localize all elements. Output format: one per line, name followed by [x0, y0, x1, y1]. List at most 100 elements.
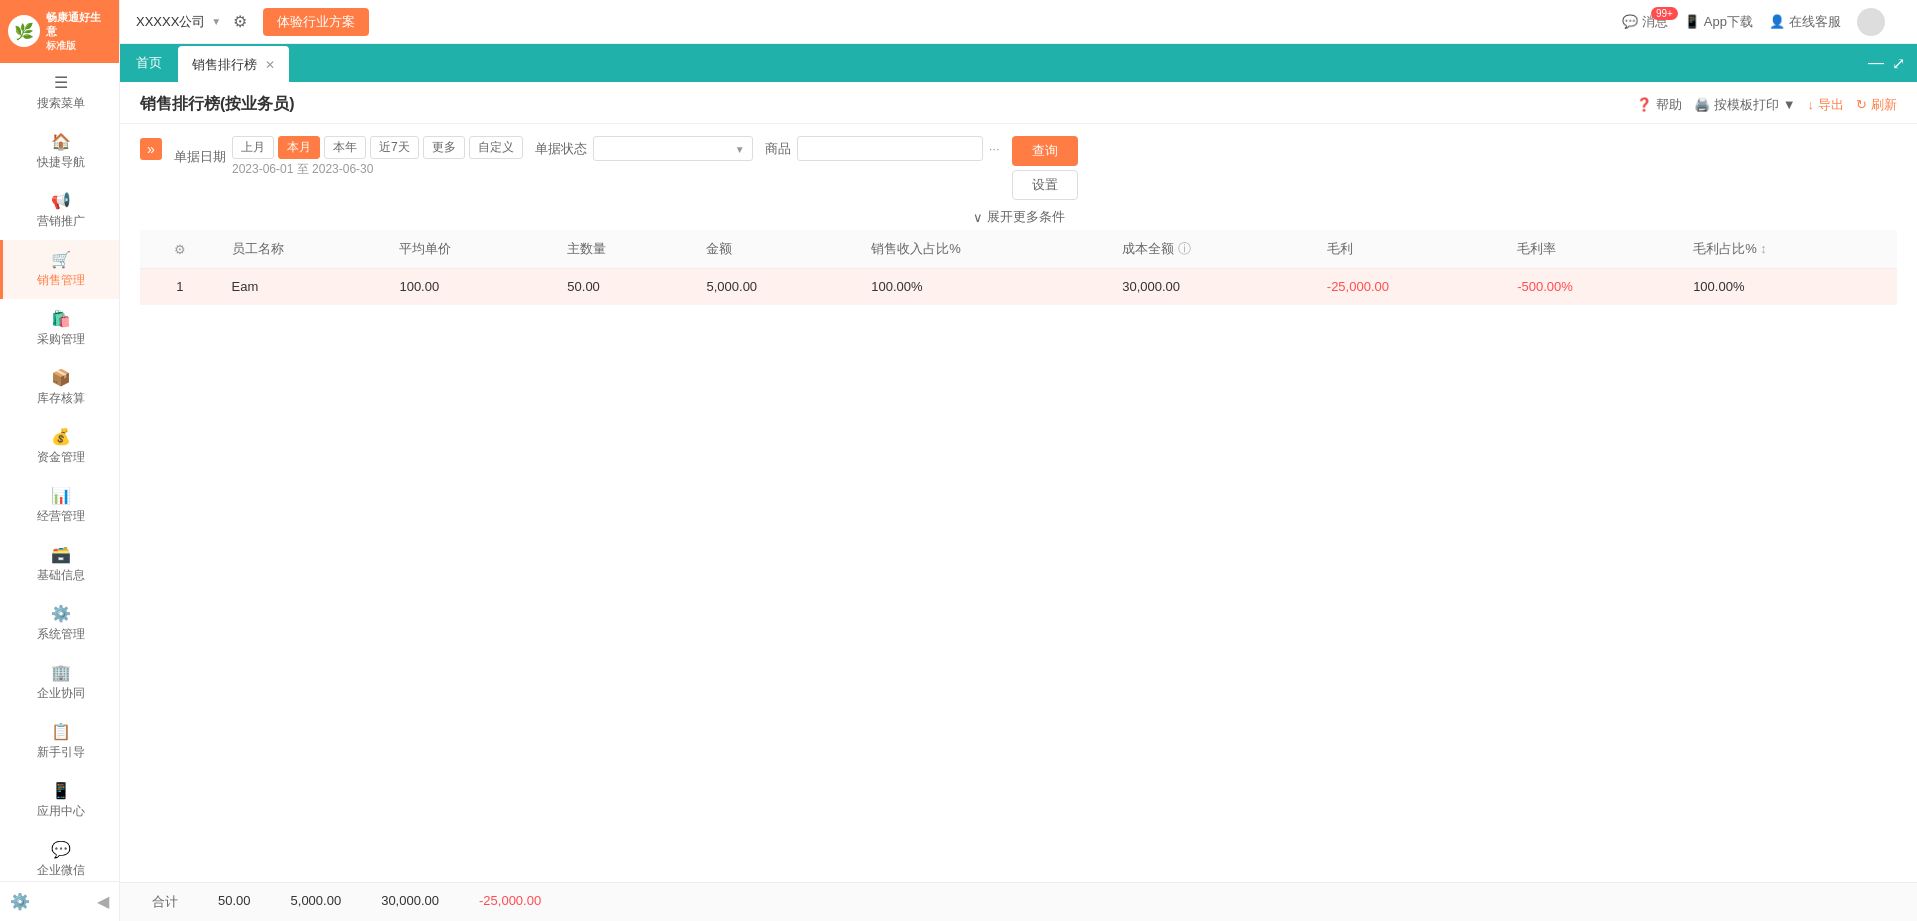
cell-sales-pct: 100.00% — [859, 269, 1110, 305]
cell-quantity: 50.00 — [555, 269, 694, 305]
sidebar-icon-finance: 💰 — [51, 427, 71, 446]
sidebar-label-enterprise: 企业协同 — [37, 685, 85, 702]
table-col-name: 员工名称 — [220, 230, 388, 269]
filter-expand-bar: ∨ 展开更多条件 — [120, 200, 1917, 230]
date-range-display: 2023-06-01 至 2023-06-30 — [232, 161, 523, 178]
export-icon: ↓ — [1808, 97, 1815, 112]
date-label: 单据日期 — [174, 148, 226, 166]
sidebar-bottom: ⚙️ ◀ — [0, 881, 119, 921]
app-download-btn[interactable]: 📱 App下载 — [1684, 13, 1753, 31]
status-label: 单据状态 — [535, 140, 587, 158]
data-table: ⚙ 员工名称 平均单价 主数量 金额 销售收入占比% 成本全额 ⓘ 毛利 毛利率… — [140, 230, 1897, 305]
tab-home[interactable]: 首页 — [120, 44, 178, 82]
cell-profit: -25,000.00 — [1315, 269, 1505, 305]
tabbar: 首页 销售排行榜 ✕ — ⤢ — [120, 44, 1917, 82]
sidebar-item-enterprise[interactable]: 🏢企业协同 — [0, 653, 119, 712]
tab-sales-ranking[interactable]: 销售排行榜 ✕ — [178, 46, 289, 84]
sidebar-nav: ☰搜索菜单🏠快捷导航📢营销推广🛒销售管理🛍️采购管理📦库存核算💰资金管理 📊 经营管… — [0, 63, 119, 881]
company-arrow-icon: ▼ — [211, 16, 221, 27]
tab-maximize-icon[interactable]: ⤢ — [1892, 54, 1905, 73]
table-col-quantity: 主数量 — [555, 230, 694, 269]
date-this-year[interactable]: 本年 — [324, 136, 366, 159]
avatar[interactable] — [1857, 8, 1885, 36]
tabbar-right: — ⤢ — [1868, 54, 1917, 73]
table-footer: 合计 50.00 5,000.00 30,000.00 -25,000.00 — [120, 882, 1917, 921]
sidebar-item-basics[interactable]: 🗃️基础信息 — [0, 535, 119, 594]
sidebar-icon-purchase: 🛍️ — [51, 309, 71, 328]
sidebar-icon-wechat: 💬 — [51, 840, 71, 859]
sidebar-item-purchase[interactable]: 🛍️采购管理 — [0, 299, 119, 358]
sidebar-label-search-order: 搜索菜单 — [37, 95, 85, 112]
footer-cost: 30,000.00 — [381, 893, 439, 911]
profit-pct-sort-icon[interactable]: ↕ — [1760, 241, 1767, 256]
refresh-label: 刷新 — [1871, 96, 1897, 114]
sidebar-item-wechat[interactable]: 💬企业微信 — [0, 830, 119, 881]
filter-bar: » 单据日期 上月 本月 本年 近7天 更多 自定义 2023-06-01 至 … — [120, 124, 1917, 200]
company-selector[interactable]: XXXXX公司 ▼ — [136, 13, 221, 31]
sidebar-item-quick-nav[interactable]: 🏠快捷导航 — [0, 122, 119, 181]
service-label: 在线客服 — [1789, 13, 1841, 31]
sidebar-label-appcenter: 应用中心 — [37, 803, 85, 820]
footer-label: 合计 — [152, 893, 178, 911]
sidebar-item-sales[interactable]: 🛒销售管理 — [0, 240, 119, 299]
help-btn[interactable]: ❓ 帮助 — [1636, 96, 1682, 114]
sidebar-item-appcenter[interactable]: 📱 应用中心 — [0, 771, 119, 830]
topbar: XXXXX公司 ▼ ⚙ 体验行业方案 💬 消息 99+ 📱 App下载 👤 在线… — [120, 0, 1917, 44]
sidebar-item-finance[interactable]: 💰资金管理 — [0, 417, 119, 476]
filter-expand-btn[interactable]: » — [140, 138, 162, 160]
topbar-right: 💬 消息 99+ 📱 App下载 👤 在线客服 — [1622, 8, 1901, 36]
filter-goods-group: 商品 ··· — [765, 136, 1000, 161]
cell-profit-pct: 100.00% — [1681, 269, 1897, 305]
date-prev-month[interactable]: 上月 — [232, 136, 274, 159]
online-service-btn[interactable]: 👤 在线客服 — [1769, 13, 1841, 31]
filter-more-icon[interactable]: ··· — [989, 141, 1000, 156]
goods-input[interactable] — [797, 136, 983, 161]
date-this-month[interactable]: 本月 — [278, 136, 320, 159]
sidebar-item-search-order[interactable]: ☰搜索菜单 — [0, 63, 119, 122]
sidebar-label-operations: 经营管理 — [37, 508, 85, 525]
export-btn[interactable]: ↓ 导出 — [1808, 96, 1845, 114]
sidebar-item-marketing[interactable]: 📢营销推广 — [0, 181, 119, 240]
page-title: 销售排行榜(按业务员) — [140, 94, 295, 115]
tab-minimize-icon[interactable]: — — [1868, 54, 1884, 72]
logo-sub: 标准版 — [46, 39, 111, 53]
sidebar-item-inventory[interactable]: 📦库存核算 — [0, 358, 119, 417]
service-icon: 👤 — [1769, 14, 1785, 29]
sidebar-item-guide[interactable]: 📋新手引导 — [0, 712, 119, 771]
trial-btn[interactable]: 体验行业方案 — [263, 8, 369, 36]
sidebar-icon-appcenter: 📱 — [51, 781, 71, 800]
app-icon: 📱 — [1684, 14, 1700, 29]
refresh-icon: ↻ — [1856, 97, 1867, 112]
message-icon: 💬 — [1622, 14, 1638, 29]
expand-more-btn[interactable]: ∨ 展开更多条件 — [973, 208, 1065, 226]
filter-settings-btn[interactable]: 设置 — [1012, 170, 1078, 200]
sidebar-item-operations[interactable]: 📊 经营管理 — [0, 476, 119, 535]
goods-label: 商品 — [765, 140, 791, 158]
cell-profit-rate: -500.00% — [1505, 269, 1681, 305]
tab-close-icon[interactable]: ✕ — [265, 58, 275, 72]
tab-label: 销售排行榜 — [192, 56, 257, 74]
table-col-settings[interactable]: ⚙ — [140, 230, 220, 269]
query-btn[interactable]: 查询 — [1012, 136, 1078, 166]
table-col-profit-rate: 毛利率 — [1505, 230, 1681, 269]
print-btn[interactable]: 🖨️ 按模板打印 ▼ — [1694, 96, 1796, 114]
filter-date-group: 单据日期 上月 本月 本年 近7天 更多 自定义 2023-06-01 至 20… — [174, 136, 523, 178]
cell-name: Eam — [220, 269, 388, 305]
date-custom[interactable]: 自定义 — [469, 136, 523, 159]
sidebar-item-system[interactable]: ⚙️系统管理 — [0, 594, 119, 653]
page-actions: ❓ 帮助 🖨️ 按模板打印 ▼ ↓ 导出 ↻ 刷新 — [1636, 96, 1897, 114]
status-select[interactable] — [593, 136, 753, 161]
logo-icon: 🌿 — [8, 15, 40, 47]
help-icon: ❓ — [1636, 97, 1652, 112]
sidebar-icon-operations: 📊 — [51, 486, 71, 505]
refresh-btn[interactable]: ↻ 刷新 — [1856, 96, 1897, 114]
table-col-amount: 金额 — [694, 230, 859, 269]
date-more[interactable]: 更多 — [423, 136, 465, 159]
topbar-settings-icon[interactable]: ⚙ — [233, 12, 247, 31]
sidebar-settings-icon[interactable]: ⚙️ — [10, 892, 30, 911]
cost-help-icon[interactable]: ⓘ — [1178, 241, 1191, 256]
date-last7days[interactable]: 近7天 — [370, 136, 419, 159]
footer-quantity: 50.00 — [218, 893, 251, 911]
sidebar-collapse-icon[interactable]: ◀ — [97, 892, 109, 911]
message-btn[interactable]: 💬 消息 99+ — [1622, 13, 1668, 31]
